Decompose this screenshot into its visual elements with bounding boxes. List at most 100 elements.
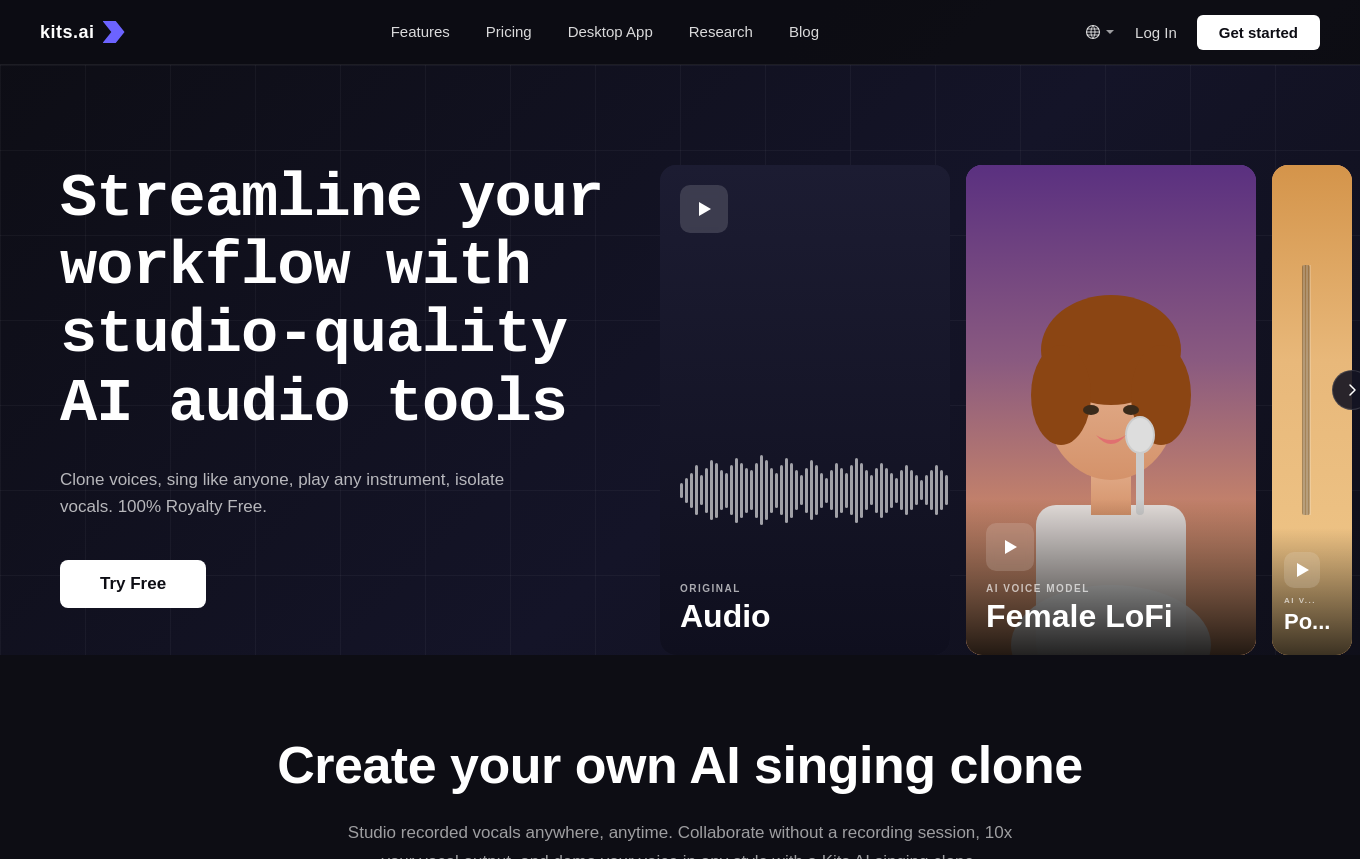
- card-female-lofi: AI VOICE MODEL Female LoFi: [966, 165, 1256, 655]
- waveform-bar: [865, 470, 868, 510]
- waveform-bar: [800, 475, 803, 505]
- waveform-bar: [795, 470, 798, 510]
- hero-content: Streamline your workflow with studio-qua…: [0, 65, 1360, 655]
- card-original-audio: ORIGINAL Audio: [660, 165, 950, 655]
- card-ai-voice-tag: AI VOICE MODEL: [986, 583, 1236, 594]
- waveform-bar: [730, 465, 733, 515]
- waveform-bar: [935, 465, 938, 515]
- waveform-bar: [725, 473, 728, 508]
- svg-point-10: [1123, 405, 1139, 415]
- waveform-bar: [915, 475, 918, 505]
- waveform-bar: [855, 458, 858, 523]
- waveform-bar: [825, 478, 828, 503]
- logo-icon: [103, 21, 125, 43]
- language-selector[interactable]: [1085, 24, 1115, 40]
- lower-section: Create your own AI singing clone Studio …: [0, 655, 1360, 859]
- waveform-bar: [905, 465, 908, 515]
- waveform-bar: [910, 470, 913, 510]
- card-partial-overlay: AI V... Po...: [1272, 528, 1352, 655]
- svg-rect-14: [1302, 265, 1310, 515]
- waveform-bar: [685, 478, 688, 503]
- waveform-bar: [715, 463, 718, 518]
- try-free-button[interactable]: Try Free: [60, 560, 206, 608]
- waveform-bar: [810, 460, 813, 520]
- waveform-bar: [740, 463, 743, 518]
- card-original-tag: ORIGINAL: [680, 583, 771, 594]
- play-icon: [695, 200, 713, 218]
- waveform-bar: [700, 475, 703, 505]
- nav-blog[interactable]: Blog: [789, 23, 819, 40]
- nav-right: Log In Get started: [1085, 15, 1320, 50]
- nav-links: Features Pricing Desktop App Research Bl…: [391, 23, 819, 41]
- waveform-bar: [690, 473, 693, 508]
- waveform-bar: [840, 468, 843, 513]
- logo-text: kits.ai: [40, 22, 95, 43]
- svg-point-7: [1031, 345, 1091, 445]
- waveform-bar: [805, 468, 808, 513]
- waveform-bar: [850, 465, 853, 515]
- waveform-bar: [875, 468, 878, 513]
- card-audio-bg: [660, 165, 950, 655]
- hero-section: Streamline your workflow with studio-qua…: [0, 0, 1360, 859]
- waveform-bar: [930, 470, 933, 510]
- waveform-bar: [835, 463, 838, 518]
- waveform-bar: [760, 455, 763, 525]
- waveform: [680, 455, 930, 525]
- globe-icon: [1085, 24, 1101, 40]
- waveform-bar: [785, 458, 788, 523]
- card-partial-name: Po...: [1284, 609, 1340, 635]
- waveform-bar: [860, 463, 863, 518]
- waveform-bar: [755, 463, 758, 518]
- waveform-bar: [925, 475, 928, 505]
- lower-subtitle: Studio recorded vocals anywhere, anytime…: [340, 819, 1020, 859]
- waveform-bar: [780, 465, 783, 515]
- waveform-bar: [815, 465, 818, 515]
- nav-desktop-app[interactable]: Desktop App: [568, 23, 653, 40]
- waveform-bar: [845, 473, 848, 508]
- waveform-bar: [895, 478, 898, 503]
- waveform-bar: [830, 470, 833, 510]
- nav-research[interactable]: Research: [689, 23, 753, 40]
- waveform-bar: [940, 470, 943, 510]
- get-started-button[interactable]: Get started: [1197, 15, 1320, 50]
- waveform-bar: [820, 473, 823, 508]
- play-icon-female: [1001, 538, 1019, 556]
- svg-point-12: [1126, 417, 1154, 453]
- waveform-bar: [695, 465, 698, 515]
- lower-title: Create your own AI singing clone: [40, 735, 1320, 795]
- card-female-name: Female LoFi: [986, 598, 1236, 635]
- waveform-bar: [710, 460, 713, 520]
- waveform-bar: [870, 475, 873, 505]
- card-female-overlay: AI VOICE MODEL Female LoFi: [966, 499, 1256, 655]
- navbar: kits.ai Features Pricing Desktop App Res…: [0, 0, 1360, 65]
- waveform-bar: [770, 468, 773, 513]
- waveform-bar: [945, 475, 948, 505]
- play-button-partial[interactable]: [1284, 552, 1320, 588]
- card-partial: AI V... Po...: [1272, 165, 1352, 655]
- waveform-bar: [880, 463, 883, 518]
- waveform-bar: [750, 470, 753, 510]
- hero-subtitle: Clone voices, sing like anyone, play any…: [60, 466, 520, 520]
- login-button[interactable]: Log In: [1135, 24, 1177, 41]
- waveform-bar: [720, 470, 723, 510]
- waveform-bar: [680, 483, 683, 498]
- waveform-bar: [735, 458, 738, 523]
- waveform-bar: [705, 468, 708, 513]
- card-partial-tag: AI V...: [1284, 596, 1340, 605]
- waveform-bar: [745, 468, 748, 513]
- waveform-bar: [890, 473, 893, 508]
- waveform-bar: [775, 473, 778, 508]
- hero-left: Streamline your workflow with studio-qua…: [60, 125, 620, 608]
- play-icon-partial: [1293, 561, 1311, 579]
- hero-cards: ORIGINAL Audio: [660, 125, 1352, 655]
- nav-pricing[interactable]: Pricing: [486, 23, 532, 40]
- svg-point-9: [1083, 405, 1099, 415]
- card-audio-name: Audio: [680, 598, 771, 635]
- play-button-audio[interactable]: [680, 185, 728, 233]
- waveform-bar: [765, 460, 768, 520]
- logo[interactable]: kits.ai: [40, 21, 125, 43]
- chevron-down-icon: [1105, 29, 1115, 35]
- play-button-female[interactable]: [986, 523, 1034, 571]
- waveform-bar: [885, 468, 888, 513]
- nav-features[interactable]: Features: [391, 23, 450, 40]
